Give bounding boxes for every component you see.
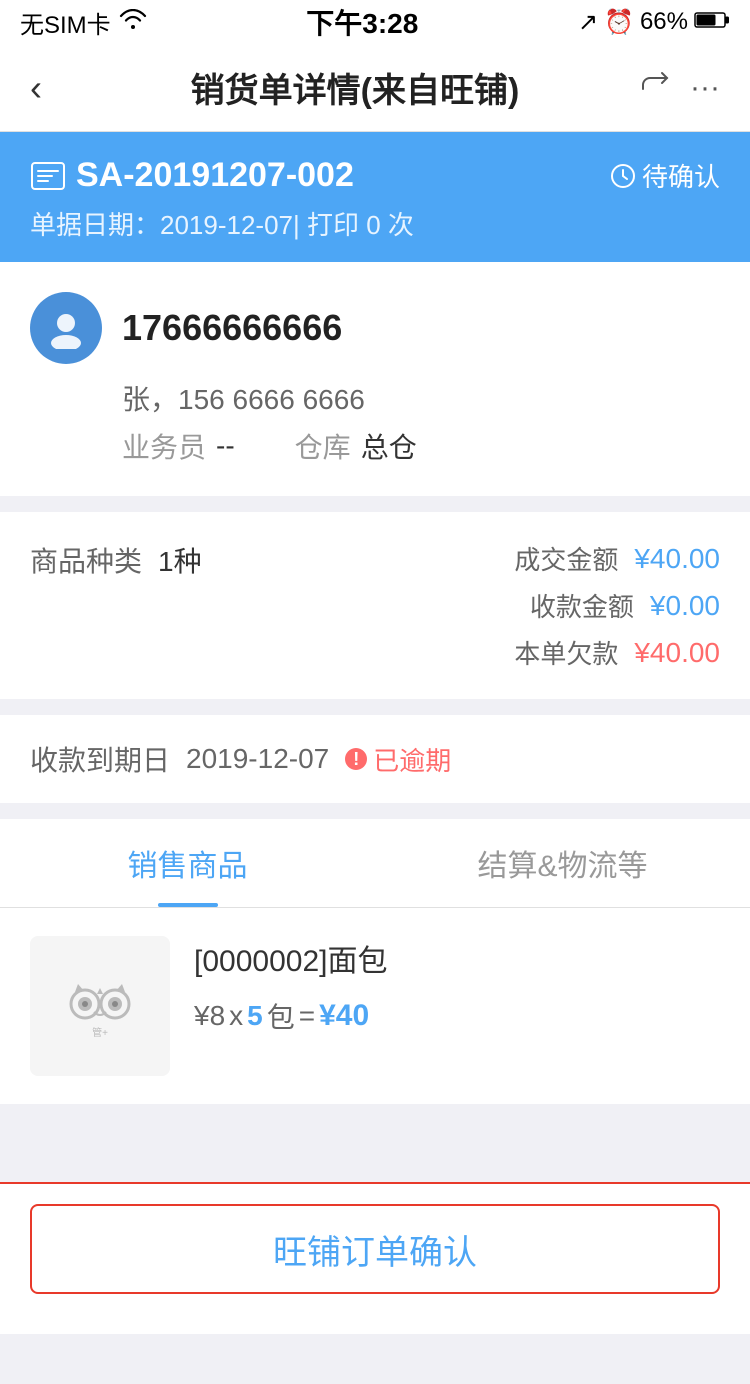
owed-value: ¥40.00: [634, 637, 720, 669]
deal-amount-row: 成交金额 ¥40.00: [514, 540, 720, 577]
customer-meta: 业务员 -- 仓库 总仓: [30, 426, 720, 466]
multiply-sign: x: [229, 1000, 243, 1032]
product-section: 管+ [0000002]面包 ¥8 x 5 包 = ¥40: [0, 908, 750, 1104]
salesperson-field: 业务员 --: [122, 426, 235, 466]
quantity: 5: [247, 1000, 263, 1032]
carrier-label: 无SIM卡: [20, 5, 111, 40]
svg-text:管+: 管+: [92, 1026, 108, 1039]
customer-phone: 17666666666: [122, 307, 342, 349]
deal-amount-value: ¥40.00: [634, 543, 720, 575]
product-type-value: 1种: [158, 540, 202, 580]
tab-sales-products[interactable]: 销售商品: [0, 819, 375, 907]
customer-section: 17666666666 张，156 6666 6666 业务员 -- 仓库 总仓: [0, 262, 750, 496]
status-left: 无SIM卡: [20, 5, 147, 40]
wifi-icon: [119, 8, 147, 36]
battery-label: 66%: [640, 8, 688, 36]
unit-price: ¥8: [194, 1000, 225, 1032]
confirm-order-button[interactable]: 旺铺订单确认: [30, 1204, 720, 1294]
order-date: 单据日期：2019-12-07| 打印 0 次: [30, 205, 720, 242]
warehouse-label: 仓库: [295, 426, 351, 466]
total-price: ¥40: [319, 999, 369, 1033]
nav-actions: ···: [620, 69, 720, 107]
more-icon[interactable]: ···: [690, 71, 720, 105]
customer-top: 17666666666: [30, 292, 720, 364]
overdue-icon: !: [345, 748, 367, 770]
alarm-icon: ⏰: [604, 8, 634, 37]
status-right: ↗ ⏰ 66%: [578, 8, 730, 37]
owed-label: 本单欠款: [514, 634, 618, 671]
bottom-bar: 旺铺订单确认: [0, 1182, 750, 1334]
salesperson-value: --: [216, 430, 235, 462]
salesperson-label: 业务员: [122, 426, 206, 466]
back-button[interactable]: ‹: [30, 67, 90, 109]
tab-settlement[interactable]: 结算&物流等: [375, 819, 750, 907]
tab-underline: [158, 903, 218, 907]
order-header: SA-20191207-002 待确认 单据日期：2019-12-07| 打印 …: [0, 132, 750, 262]
summary-section: 商品种类 1种 成交金额 ¥40.00 收款金额 ¥0.00 本单欠款 ¥40.…: [0, 512, 750, 699]
owed-amount-row: 本单欠款 ¥40.00: [514, 634, 720, 671]
status-bar: 无SIM卡 下午3:28 ↗ ⏰ 66%: [0, 0, 750, 44]
received-amount-row: 收款金额 ¥0.00: [530, 587, 720, 624]
nav-bar: ‹ 销货单详情(来自旺铺) ···: [0, 44, 750, 132]
due-date-label: 收款到期日: [30, 739, 170, 779]
product-thumbnail: 管+: [30, 936, 170, 1076]
share-icon[interactable]: [640, 69, 670, 107]
equals-sign: =: [299, 1000, 315, 1032]
customer-detail: 张，156 6666 6666: [30, 378, 720, 418]
product-name: [0000002]面包: [194, 936, 720, 980]
location-icon: ↗: [578, 8, 598, 37]
overdue-badge: ! 已逾期: [345, 741, 451, 778]
unit: 包: [267, 996, 295, 1036]
product-info: [0000002]面包 ¥8 x 5 包 = ¥40: [194, 936, 720, 1036]
order-id: SA-20191207-002: [30, 156, 354, 195]
battery-icon: [694, 8, 730, 36]
product-price-row: ¥8 x 5 包 = ¥40: [194, 996, 720, 1036]
received-value: ¥0.00: [650, 590, 720, 622]
avatar: [30, 292, 102, 364]
product-type-label: 商品种类: [30, 540, 142, 580]
status-time: 下午3:28: [306, 2, 418, 42]
overdue-label: 已逾期: [373, 741, 451, 778]
warehouse-value: 总仓: [361, 426, 417, 466]
amount-summary: 成交金额 ¥40.00 收款金额 ¥0.00 本单欠款 ¥40.00: [514, 540, 720, 671]
due-date-section: 收款到期日 2019-12-07 ! 已逾期: [0, 715, 750, 803]
order-status: 待确认: [610, 157, 720, 194]
deal-amount-label: 成交金额: [514, 540, 618, 577]
warehouse-field: 仓库 总仓: [295, 426, 417, 466]
page-title: 销货单详情(来自旺铺): [90, 63, 620, 112]
due-date-value: 2019-12-07: [186, 743, 329, 775]
tabs-section: 销售商品 结算&物流等: [0, 819, 750, 908]
product-type: 商品种类 1种: [30, 540, 202, 580]
received-label: 收款金额: [530, 587, 634, 624]
